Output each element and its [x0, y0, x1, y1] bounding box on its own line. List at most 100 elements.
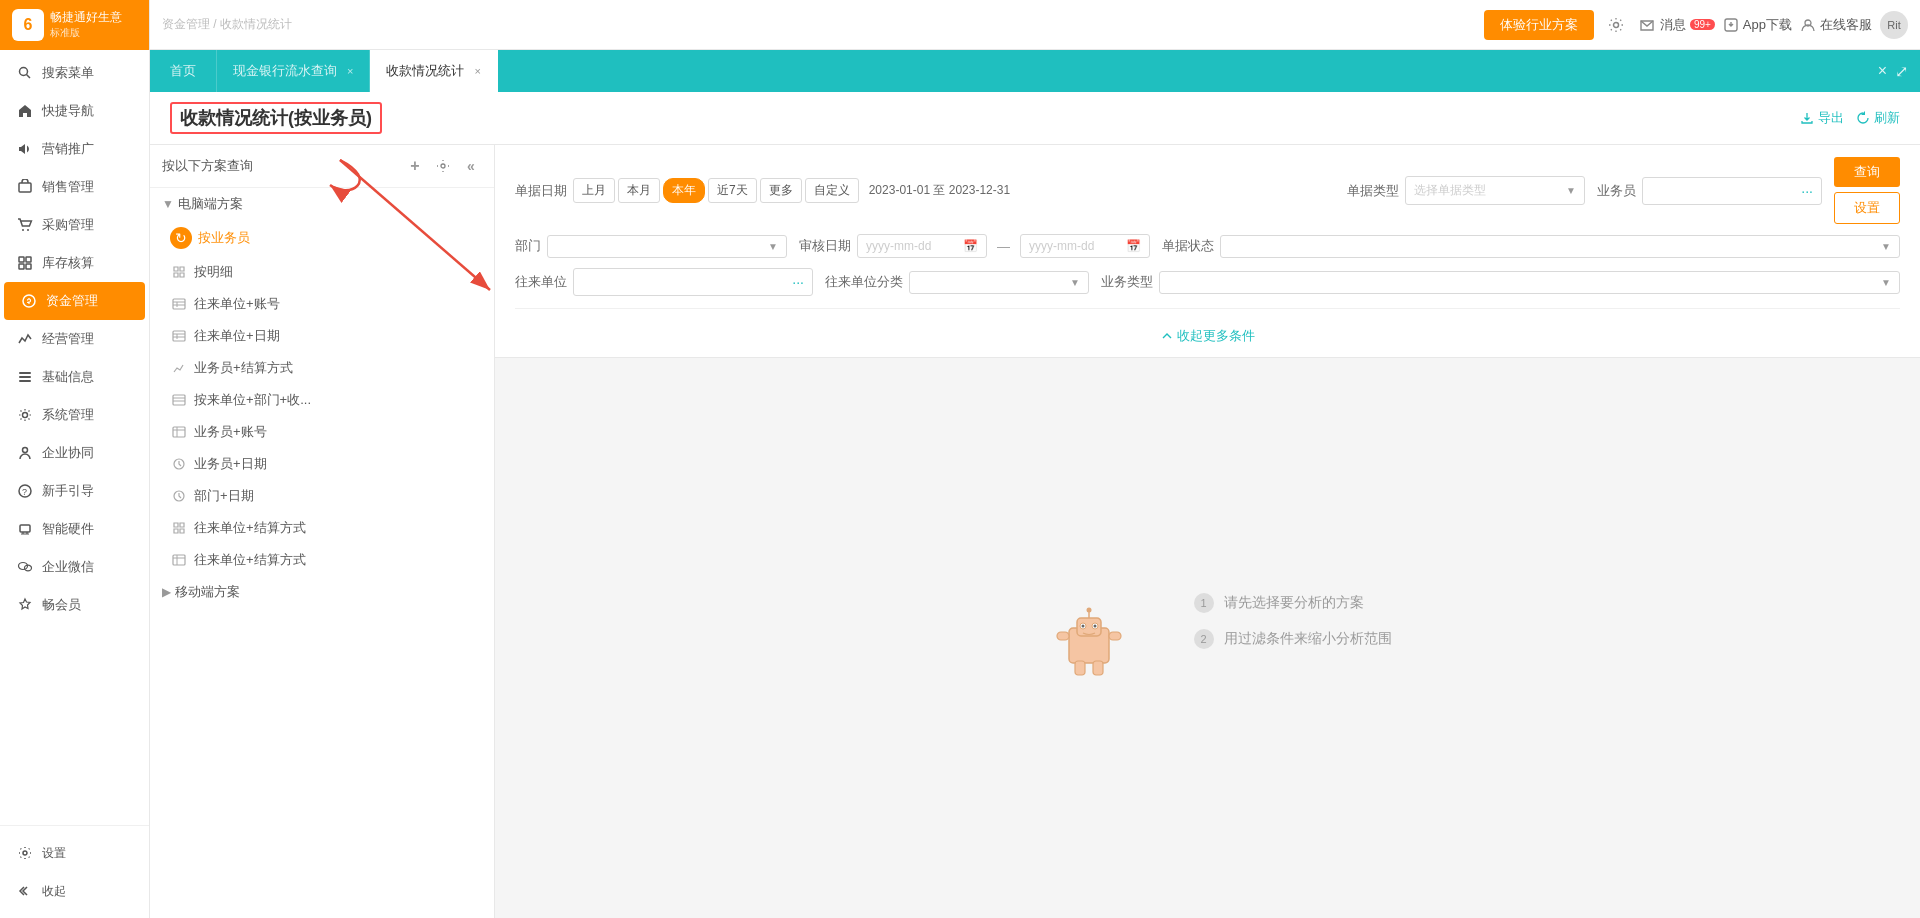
scheme-label: 业务员+账号: [194, 423, 267, 441]
sidebar-item-settings[interactable]: 设置: [0, 834, 149, 872]
topbar-gear-button[interactable]: [1602, 11, 1630, 39]
doc-type-select[interactable]: 选择单据类型 ▼: [1405, 176, 1585, 205]
svg-point-20: [23, 851, 27, 855]
doc-status-select[interactable]: ▼: [1220, 235, 1900, 258]
page-header: 收款情况统计(按业务员) 导出 刷新: [150, 92, 1920, 145]
sidebar-item-label: 资金管理: [46, 292, 98, 310]
doc-status-filter: 单据状态 ▼: [1162, 235, 1900, 258]
collapse-panel-button[interactable]: «: [460, 155, 482, 177]
set-button[interactable]: 设置: [1834, 192, 1900, 224]
service-action[interactable]: 在线客服: [1800, 16, 1872, 34]
trial-button[interactable]: 体验行业方案: [1484, 10, 1594, 40]
audit-date-filter: 审核日期 yyyy-mm-dd 📅 — yyyy-mm-dd 📅: [799, 234, 1150, 258]
date-btn-this-year[interactable]: 本年: [663, 178, 705, 203]
sidebar-item-label: 搜索菜单: [42, 64, 94, 82]
scheme-label: 往来单位+结算方式: [194, 551, 306, 569]
sidebar-item-newbie[interactable]: ? 新手引导: [0, 472, 149, 510]
svg-rect-27: [173, 395, 185, 405]
svg-point-3: [22, 229, 24, 231]
sidebar-item-sales[interactable]: 销售管理: [0, 168, 149, 206]
scheme-item-by-dept[interactable]: 按来单位+部门+收...: [150, 384, 494, 416]
logo-text: 畅捷通好生意: [50, 10, 122, 26]
purchase-icon: [16, 216, 34, 234]
sidebar-item-inventory[interactable]: 库存核算: [0, 244, 149, 282]
sidebar-item-system[interactable]: 系统管理: [0, 396, 149, 434]
refresh-button[interactable]: 刷新: [1856, 109, 1900, 127]
tab-maximize-icon[interactable]: ⤢: [1895, 62, 1908, 81]
sidebar-item-collapse[interactable]: 收起: [0, 872, 149, 910]
sidebar-item-label: 收起: [42, 883, 66, 900]
tab-home[interactable]: 首页: [150, 50, 217, 92]
scheme-item-salesperson-settlement[interactable]: 业务员+结算方式: [150, 352, 494, 384]
scheme-item-salesperson-date[interactable]: 业务员+日期: [150, 448, 494, 480]
sidebar-item-purchase[interactable]: 采购管理: [0, 206, 149, 244]
svg-rect-26: [173, 331, 185, 341]
audit-date-start[interactable]: yyyy-mm-dd 📅: [857, 234, 987, 258]
tree-group-mobile-header[interactable]: ▶ 移动端方案: [150, 576, 494, 608]
scheme-item-counterpart-settlement2[interactable]: 往来单位+结算方式: [150, 544, 494, 576]
salesperson-filter: 业务员 ···: [1597, 177, 1822, 205]
scheme-item-dept-date[interactable]: 部门+日期: [150, 480, 494, 512]
svg-rect-12: [19, 380, 31, 382]
sidebar-item-wechat[interactable]: 企业微信: [0, 548, 149, 586]
tab-bank-close[interactable]: ×: [347, 65, 353, 77]
scheme-item-salesperson[interactable]: ↻ 按业务员: [150, 220, 494, 256]
sidebar-item-label: 销售管理: [42, 178, 94, 196]
counterpart-more-icon[interactable]: ···: [792, 274, 804, 290]
scheme-item-counterpart-date[interactable]: 往来单位+日期: [150, 320, 494, 352]
sidebar-item-finance[interactable]: 资金管理: [4, 282, 145, 320]
counterpart-input[interactable]: ···: [573, 268, 813, 296]
dept-label: 部门: [515, 237, 541, 255]
empty-steps: 1 请先选择要分析的方案 2 用过滤条件来缩小分析范围: [1194, 593, 1392, 649]
gear-scheme-button[interactable]: [432, 155, 454, 177]
sidebar-item-label: 营销推广: [42, 140, 94, 158]
messages-action[interactable]: 消息 99+: [1638, 16, 1715, 34]
salesperson-select[interactable]: ···: [1642, 177, 1822, 205]
svg-point-37: [1093, 625, 1096, 628]
tab-collection[interactable]: 收款情况统计 ×: [370, 50, 497, 92]
table-icon5: [170, 551, 188, 569]
export-button[interactable]: 导出: [1800, 109, 1844, 127]
download-action[interactable]: App下载: [1723, 16, 1792, 34]
scheme-item-detail[interactable]: 按明细: [150, 256, 494, 288]
add-scheme-button[interactable]: +: [404, 155, 426, 177]
sidebar-item-quick[interactable]: 快捷导航: [0, 92, 149, 130]
sidebar-item-marketing[interactable]: 营销推广: [0, 130, 149, 168]
filter-row-2: 部门 ▼ 审核日期 yyyy-mm-dd 📅: [515, 234, 1900, 258]
date-btn-more[interactable]: 更多: [760, 178, 802, 203]
audit-date-end[interactable]: yyyy-mm-dd 📅: [1020, 234, 1150, 258]
svg-point-24: [441, 164, 445, 168]
user-avatar[interactable]: Rit: [1880, 11, 1908, 39]
sidebar-item-operation[interactable]: 经营管理: [0, 320, 149, 358]
query-button[interactable]: 查询: [1834, 157, 1900, 187]
tree-group-pc-header[interactable]: ▼ 电脑端方案: [150, 188, 494, 220]
tab-collection-close[interactable]: ×: [474, 65, 480, 77]
biz-type-select[interactable]: ▼: [1159, 271, 1900, 294]
tab-close-all-icon[interactable]: ×: [1878, 62, 1887, 80]
collapse-button[interactable]: 收起更多条件: [1161, 327, 1255, 345]
sidebar-item-enterprise[interactable]: 企业协同: [0, 434, 149, 472]
sidebar: 6 畅捷通好生意 标准版 搜索菜单 快捷导航: [0, 0, 150, 918]
left-panel-actions: + «: [404, 155, 482, 177]
counterpart-type-select[interactable]: ▼: [909, 271, 1089, 294]
sidebar-item-label: 企业协同: [42, 444, 94, 462]
scheme-item-counterpart-account[interactable]: 往来单位+账号: [150, 288, 494, 320]
date-btn-custom[interactable]: 自定义: [805, 178, 859, 203]
sidebar-item-basic[interactable]: 基础信息: [0, 358, 149, 396]
sidebar-item-member[interactable]: 畅会员: [0, 586, 149, 624]
date-btn-this-month[interactable]: 本月: [618, 178, 660, 203]
svg-rect-5: [19, 257, 24, 262]
grid-icon2: [170, 519, 188, 537]
page-title: 收款情况统计(按业务员): [170, 102, 382, 134]
scheme-item-counterpart-settlement1[interactable]: 往来单位+结算方式: [150, 512, 494, 544]
date-btn-7days[interactable]: 近7天: [708, 178, 757, 203]
tab-bar-end: × ⤢: [1866, 50, 1920, 92]
sidebar-item-search[interactable]: 搜索菜单: [0, 54, 149, 92]
date-btn-last-month[interactable]: 上月: [573, 178, 615, 203]
sidebar-item-hardware[interactable]: 智能硬件: [0, 510, 149, 548]
salesperson-more-icon[interactable]: ···: [1801, 183, 1813, 199]
dept-select[interactable]: ▼: [547, 235, 787, 258]
scheme-item-salesperson-account[interactable]: 业务员+账号: [150, 416, 494, 448]
tab-bank[interactable]: 现金银行流水查询 ×: [217, 50, 370, 92]
filter-row-1: 单据日期 上月 本月 本年 近7天 更多 自定义 2023-01-01 至 20…: [515, 157, 1900, 224]
